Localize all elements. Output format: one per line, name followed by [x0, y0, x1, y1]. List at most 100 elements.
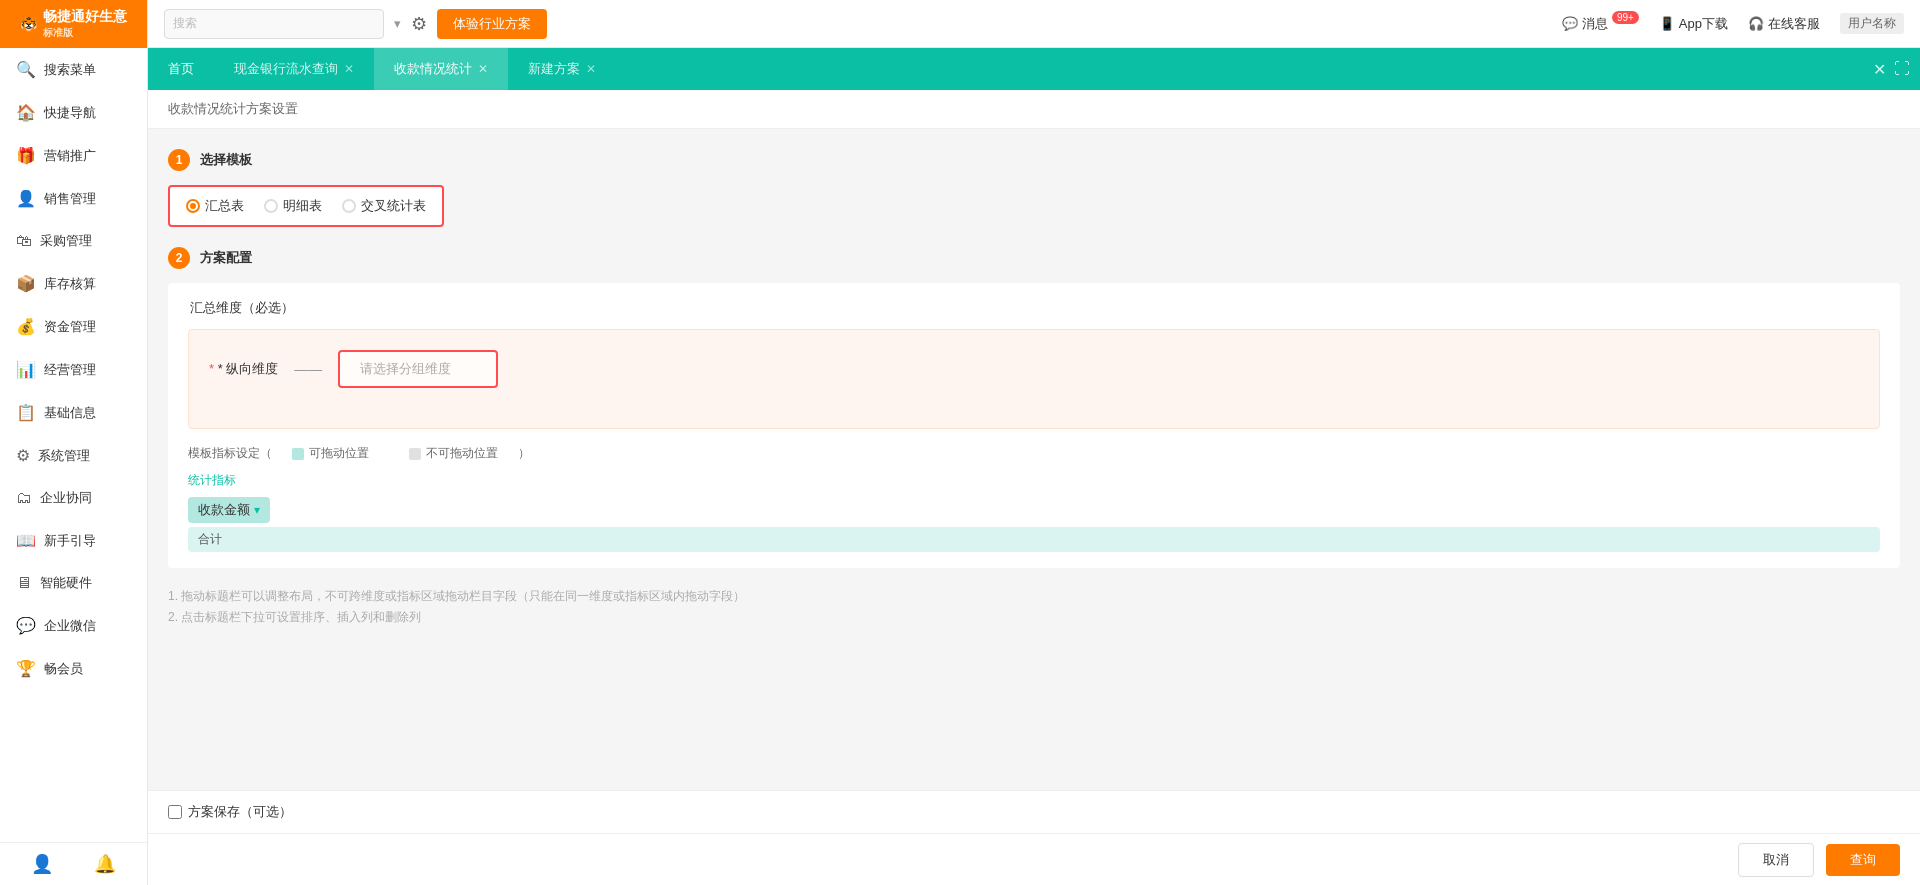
dimension-wrapper: 汇总维度（必选） * * 纵向维度 —— 请选择分组维度	[168, 283, 1900, 429]
sidebar-item-label: 搜索菜单	[44, 61, 96, 79]
sidebar-item-capital[interactable]: 💰 资金管理	[0, 305, 147, 348]
app-name: 畅捷通好生意	[43, 8, 127, 26]
user-name[interactable]: 用户名称	[1840, 13, 1904, 34]
dimension-placeholder-input[interactable]: 请选择分组维度	[338, 350, 498, 388]
sidebar-item-wechat[interactable]: 💬 企业微信	[0, 604, 147, 647]
vertical-dimension-label: * * 纵向维度	[209, 360, 278, 378]
breadcrumb-text: 收款情况统计方案设置	[168, 101, 298, 116]
dimension-area: * * 纵向维度 —— 请选择分组维度	[188, 329, 1880, 429]
sidebar-item-label: 库存核算	[44, 275, 96, 293]
sidebar-item-basic-info[interactable]: 📋 基础信息	[0, 391, 147, 434]
tab-cash-bank-label: 现金银行流水查询	[234, 60, 338, 78]
query-button[interactable]: 查询	[1826, 844, 1900, 876]
message-label: 消息	[1582, 15, 1608, 33]
close-icon[interactable]: ✕	[344, 62, 354, 76]
app-edition: 标准版	[43, 26, 127, 40]
legend-fixed-label: 不可拖动位置	[426, 445, 498, 462]
sidebar-bottom: 👤 🔔	[0, 842, 147, 885]
corp-icon: 🗂	[16, 489, 32, 507]
close-icon[interactable]: ✕	[478, 62, 488, 76]
service-button[interactable]: 🎧 在线客服	[1748, 15, 1820, 33]
step1-section: 1 选择模板 汇总表 明细表	[168, 149, 1900, 227]
purchase-icon: 🛍	[16, 232, 32, 250]
legend-text-suffix: ）	[518, 445, 530, 462]
step2-header: 2 方案配置	[168, 247, 1900, 269]
nav-right-buttons: ✕ ⛶	[1873, 48, 1920, 90]
page-breadcrumb: 收款情况统计方案设置	[148, 90, 1920, 129]
close-icon[interactable]: ✕	[586, 62, 596, 76]
tab-new-plan[interactable]: 新建方案 ✕	[508, 48, 616, 90]
capital-icon: 💰	[16, 317, 36, 336]
sidebar-item-label: 基础信息	[44, 404, 96, 422]
close-window-icon[interactable]: ✕	[1873, 60, 1886, 79]
dimension-label: 汇总维度（必选）	[190, 300, 294, 315]
radio-detail-label: 明细表	[283, 197, 322, 215]
radio-detail[interactable]: 明细表	[264, 197, 322, 215]
indicator-tags: 收款金额 ▾ 合计	[188, 497, 1880, 552]
sidebar-item-label: 经营管理	[44, 361, 96, 379]
sidebar-item-marketing[interactable]: 🎁 营销推广	[0, 134, 147, 177]
search-placeholder: 搜索	[173, 15, 197, 32]
radio-cross[interactable]: 交叉统计表	[342, 197, 426, 215]
legend-draggable-label: 可拖动位置	[309, 445, 369, 462]
home-label: 首页	[168, 60, 194, 78]
chevron-down-icon[interactable]: ▾	[394, 16, 401, 31]
sidebar-item-label: 系统管理	[38, 447, 90, 465]
indicator-tag-receipt[interactable]: 收款金额 ▾	[188, 497, 270, 523]
sidebar-item-label: 企业协同	[40, 489, 92, 507]
expand-icon[interactable]: ⛶	[1894, 60, 1910, 78]
basic-info-icon: 📋	[16, 403, 36, 422]
radio-circle-cross	[342, 199, 356, 213]
radio-circle-detail	[264, 199, 278, 213]
search-menu-icon: 🔍	[16, 60, 36, 79]
step2-section: 2 方案配置 汇总维度（必选） * * 纵向维度	[168, 247, 1900, 626]
tab-home[interactable]: 首页	[148, 48, 214, 90]
step2-number: 2	[168, 247, 190, 269]
sidebar-item-member[interactable]: 🏆 畅会员	[0, 647, 147, 690]
sidebar-bottom-icon2[interactable]: 🔔	[94, 853, 116, 875]
sidebar-item-search-menu[interactable]: 🔍 搜索菜单	[0, 48, 147, 91]
message-icon: 💬	[1562, 16, 1578, 31]
cancel-button[interactable]: 取消	[1738, 843, 1814, 877]
gear-icon[interactable]: ⚙	[411, 13, 427, 35]
trial-button[interactable]: 体验行业方案	[437, 9, 547, 39]
sidebar-item-quick-nav[interactable]: 🏠 快捷导航	[0, 91, 147, 134]
marketing-icon: 🎁	[16, 146, 36, 165]
tip2: 2. 点击标题栏下拉可设置排序、插入列和删除列	[168, 609, 1900, 626]
indicators-section: 模板指标设定（ 可拖动位置 不可拖动位置 ）	[188, 445, 1880, 552]
dimension-section-title: 汇总维度（必选）	[188, 299, 1880, 317]
indicator-tag-total: 合计	[188, 527, 1880, 552]
sidebar-item-sales[interactable]: 👤 销售管理	[0, 177, 147, 220]
sidebar-bottom-icon1[interactable]: 👤	[31, 853, 53, 875]
sidebar-item-corp[interactable]: 🗂 企业协同	[0, 477, 147, 519]
step1-header: 1 选择模板	[168, 149, 1900, 171]
sidebar-item-smart-hw[interactable]: 🖥 智能硬件	[0, 562, 147, 604]
config-section: 汇总维度（必选） * * 纵向维度 —— 请选择分组维度	[168, 283, 1900, 568]
step1-title: 选择模板	[200, 151, 252, 169]
sidebar-item-operations[interactable]: 📊 经营管理	[0, 348, 147, 391]
save-checkbox[interactable]	[168, 805, 182, 819]
radio-summary[interactable]: 汇总表	[186, 197, 244, 215]
sidebar-item-system[interactable]: ⚙ 系统管理	[0, 434, 147, 477]
legend-dot-draggable	[292, 448, 304, 460]
chevron-down-icon[interactable]: ▾	[254, 503, 260, 517]
radio-cross-label: 交叉统计表	[361, 197, 426, 215]
download-icon: 📱	[1659, 16, 1675, 31]
tab-collection-stats-label: 收款情况统计	[394, 60, 472, 78]
step2-title: 方案配置	[200, 249, 252, 267]
message-button[interactable]: 💬 消息 99+	[1562, 15, 1639, 33]
dimension-row: * * 纵向维度 —— 请选择分组维度	[209, 350, 1859, 388]
sidebar-item-guide[interactable]: 📖 新手引导	[0, 519, 147, 562]
sidebar-item-label: 畅会员	[44, 660, 83, 678]
sidebar-item-inventory[interactable]: 📦 库存核算	[0, 262, 147, 305]
tab-new-plan-label: 新建方案	[528, 60, 580, 78]
wechat-icon: 💬	[16, 616, 36, 635]
search-input[interactable]: 搜索	[164, 9, 384, 39]
tab-collection-stats[interactable]: 收款情况统计 ✕	[374, 48, 508, 90]
topbar-right: 💬 消息 99+ 📱 App下载 🎧 在线客服 用户名称	[1562, 13, 1904, 34]
member-icon: 🏆	[16, 659, 36, 678]
tab-cash-bank[interactable]: 现金银行流水查询 ✕	[214, 48, 374, 90]
sales-icon: 👤	[16, 189, 36, 208]
download-button[interactable]: 📱 App下载	[1659, 15, 1728, 33]
sidebar-item-purchase[interactable]: 🛍 采购管理	[0, 220, 147, 262]
